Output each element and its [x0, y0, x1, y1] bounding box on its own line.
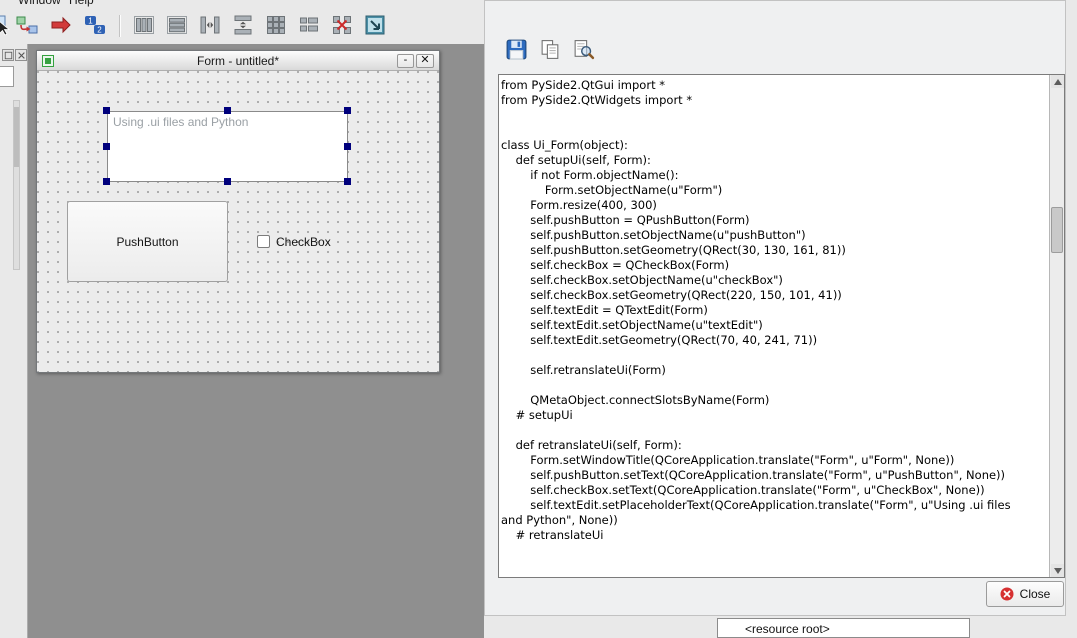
qt-designer-screen: Window Help 1	[0, 0, 1077, 638]
adjust-size-icon	[363, 13, 387, 37]
dock-float-button[interactable]	[2, 49, 14, 61]
lay-out-in-grid-icon	[264, 13, 288, 37]
edit-tab-order-button[interactable]: 1 2	[82, 12, 108, 38]
edit-signals-slots-button[interactable]	[14, 12, 40, 38]
code-scrollbar-thumb[interactable]	[1051, 207, 1063, 253]
checkbox-widget[interactable]: CheckBox	[257, 221, 358, 262]
close-circle-icon	[1000, 587, 1014, 601]
menu-help[interactable]: Help	[69, 0, 94, 9]
copy-button[interactable]	[538, 37, 563, 62]
form-close-button[interactable]: ✕	[416, 54, 434, 68]
code-preview-dialog: from PySide2.QtGui import * from PySide2…	[484, 0, 1066, 616]
form-canvas[interactable]: Using .ui files and Python PushButton Ch…	[37, 71, 439, 372]
form-editor-window: Form - untitled* - ✕ Using .ui files and…	[36, 50, 440, 373]
form-window-title: Form - untitled*	[37, 54, 439, 68]
mdi-area: Form - untitled* - ✕ Using .ui files and…	[28, 44, 484, 638]
save-button[interactable]	[504, 37, 529, 62]
break-layout-icon	[330, 13, 354, 37]
edit-widgets-icon	[0, 13, 12, 37]
textedit-widget[interactable]: Using .ui files and Python	[107, 111, 348, 182]
resource-root-item[interactable]: <resource root>	[718, 619, 969, 636]
lay-out-horizontally-in-splitter-icon	[198, 13, 222, 37]
edit-tab-order-icon: 1 2	[83, 13, 107, 37]
lay-out-vertically-in-splitter-button[interactable]	[230, 12, 256, 38]
selection-handle-mid-left[interactable]	[103, 143, 110, 150]
pushbutton-widget[interactable]: PushButton	[67, 201, 228, 282]
selection-handle-top-right[interactable]	[344, 107, 351, 114]
arrow-up-icon	[1054, 79, 1062, 85]
main-toolbar: 1 2	[0, 9, 484, 44]
copy-icon	[539, 38, 562, 61]
scroll-down-button[interactable]	[1051, 564, 1064, 577]
close-icon	[17, 51, 26, 60]
selection-handle-bottom-right[interactable]	[344, 178, 351, 185]
generated-python-code[interactable]: from PySide2.QtGui import * from PySide2…	[501, 78, 1047, 575]
adjust-size-button[interactable]	[362, 12, 388, 38]
checkbox-label: CheckBox	[276, 235, 331, 249]
find-button[interactable]	[571, 37, 596, 62]
toolbar-separator	[119, 15, 121, 37]
dock-close-button[interactable]	[15, 49, 27, 61]
code-scrollbar[interactable]	[1049, 75, 1064, 577]
edit-signals-slots-icon	[15, 13, 39, 37]
widget-box-scrollbar[interactable]	[13, 100, 20, 270]
break-layout-button[interactable]	[329, 12, 355, 38]
scrollbar-thumb[interactable]	[14, 107, 19, 167]
lay-out-horizontally-button[interactable]	[131, 12, 157, 38]
form-minimize-button[interactable]: -	[397, 54, 414, 68]
close-dialog-button[interactable]: Close	[986, 581, 1064, 607]
lay-out-in-form-layout-icon	[297, 13, 321, 37]
close-button-label: Close	[1020, 587, 1051, 601]
arrow-down-icon	[1054, 568, 1062, 574]
scroll-up-button[interactable]	[1051, 75, 1064, 88]
lay-out-horizontally-in-splitter-button[interactable]	[197, 12, 223, 38]
float-icon	[4, 51, 13, 60]
checkbox-indicator[interactable]	[257, 235, 270, 248]
svg-text:2: 2	[97, 26, 102, 35]
find-icon	[572, 38, 595, 61]
selection-handle-top-left[interactable]	[103, 107, 110, 114]
lay-out-vertically-button[interactable]	[164, 12, 190, 38]
lay-out-vertically-icon	[165, 13, 189, 37]
edit-buddies-button[interactable]	[48, 12, 74, 38]
menu-window[interactable]: Window	[18, 0, 61, 9]
widget-filter-input[interactable]	[0, 66, 14, 87]
lay-out-in-grid-button[interactable]	[263, 12, 289, 38]
widget-box-dock	[0, 44, 28, 638]
edit-widgets-button[interactable]	[0, 12, 13, 38]
selection-handle-mid-right[interactable]	[344, 143, 351, 150]
edit-buddies-icon	[49, 13, 73, 37]
selection-handle-bottom-left[interactable]	[103, 178, 110, 185]
save-icon	[505, 38, 528, 61]
lay-out-in-form-layout-button[interactable]	[296, 12, 322, 38]
selection-handle-top-mid[interactable]	[224, 107, 231, 114]
code-view[interactable]: from PySide2.QtGui import * from PySide2…	[498, 74, 1065, 578]
form-window-titlebar[interactable]: Form - untitled* - ✕	[37, 51, 439, 71]
lay-out-horizontally-icon	[132, 13, 156, 37]
lay-out-vertically-in-splitter-icon	[231, 13, 255, 37]
menubar: Window Help	[0, 0, 484, 9]
resource-browser: <resource root>	[717, 618, 970, 638]
selection-handle-bottom-mid[interactable]	[224, 178, 231, 185]
svg-text:1: 1	[88, 17, 93, 26]
